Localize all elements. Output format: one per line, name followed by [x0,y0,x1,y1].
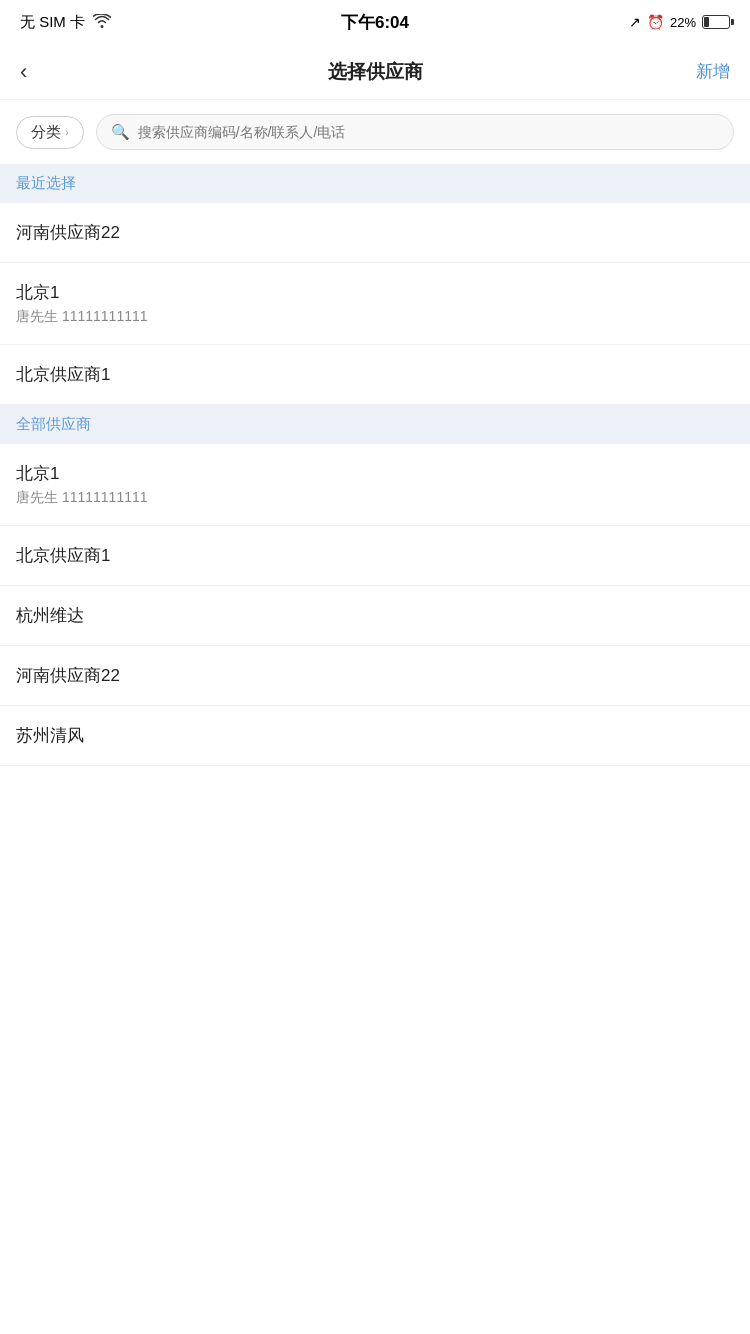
nav-bar: ‹ 选择供应商 新增 [0,44,750,100]
battery-percent: 22% [670,15,696,30]
all-list-item[interactable]: 苏州清风 [0,706,750,766]
status-bar: 无 SIM 卡 下午6:04 ↗ ⏰ 22% [0,0,750,44]
all-list-item[interactable]: 北京1 唐先生 11111111111 [0,444,750,526]
item-name: 北京供应商1 [16,544,734,567]
carrier-text: 无 SIM 卡 [20,13,85,32]
page-title: 选择供应商 [328,59,423,85]
recent-section-header: 最近选择 [0,164,750,203]
wifi-icon [93,14,111,31]
recent-list-item[interactable]: 河南供应商22 [0,203,750,263]
recent-items-list: 河南供应商22 北京1 唐先生 11111111111 北京供应商1 [0,203,750,405]
chevron-right-icon: › [65,126,69,138]
item-name: 苏州清风 [16,724,734,747]
add-button[interactable]: 新增 [696,60,730,83]
item-sub: 唐先生 11111111111 [16,308,734,326]
recent-section-label: 最近选择 [16,174,76,191]
status-right: ↗ ⏰ 22% [629,14,730,30]
all-list-item[interactable]: 北京供应商1 [0,526,750,586]
status-time: 下午6:04 [341,11,409,34]
all-items-list: 北京1 唐先生 11111111111 北京供应商1 杭州维达 河南供应商22 … [0,444,750,766]
filter-bar: 分类 › 🔍 [0,100,750,164]
all-list-item[interactable]: 杭州维达 [0,586,750,646]
category-label: 分类 [31,123,61,142]
item-name: 杭州维达 [16,604,734,627]
search-icon: 🔍 [111,123,130,141]
recent-list-item[interactable]: 北京1 唐先生 11111111111 [0,263,750,345]
item-name: 河南供应商22 [16,221,734,244]
status-left: 无 SIM 卡 [20,13,111,32]
search-box: 🔍 [96,114,734,150]
search-input[interactable] [138,124,719,140]
category-button[interactable]: 分类 › [16,116,84,149]
item-name: 北京1 [16,462,734,485]
all-section-label: 全部供应商 [16,415,91,432]
all-section-header: 全部供应商 [0,405,750,444]
recent-list-item[interactable]: 北京供应商1 [0,345,750,405]
item-name: 北京1 [16,281,734,304]
back-button[interactable]: ‹ [20,55,35,89]
battery-icon [702,15,730,29]
item-name: 北京供应商1 [16,363,734,386]
location-icon: ↗ [629,14,641,30]
all-list-item[interactable]: 河南供应商22 [0,646,750,706]
alarm-icon: ⏰ [647,14,664,30]
item-name: 河南供应商22 [16,664,734,687]
item-sub: 唐先生 11111111111 [16,489,734,507]
